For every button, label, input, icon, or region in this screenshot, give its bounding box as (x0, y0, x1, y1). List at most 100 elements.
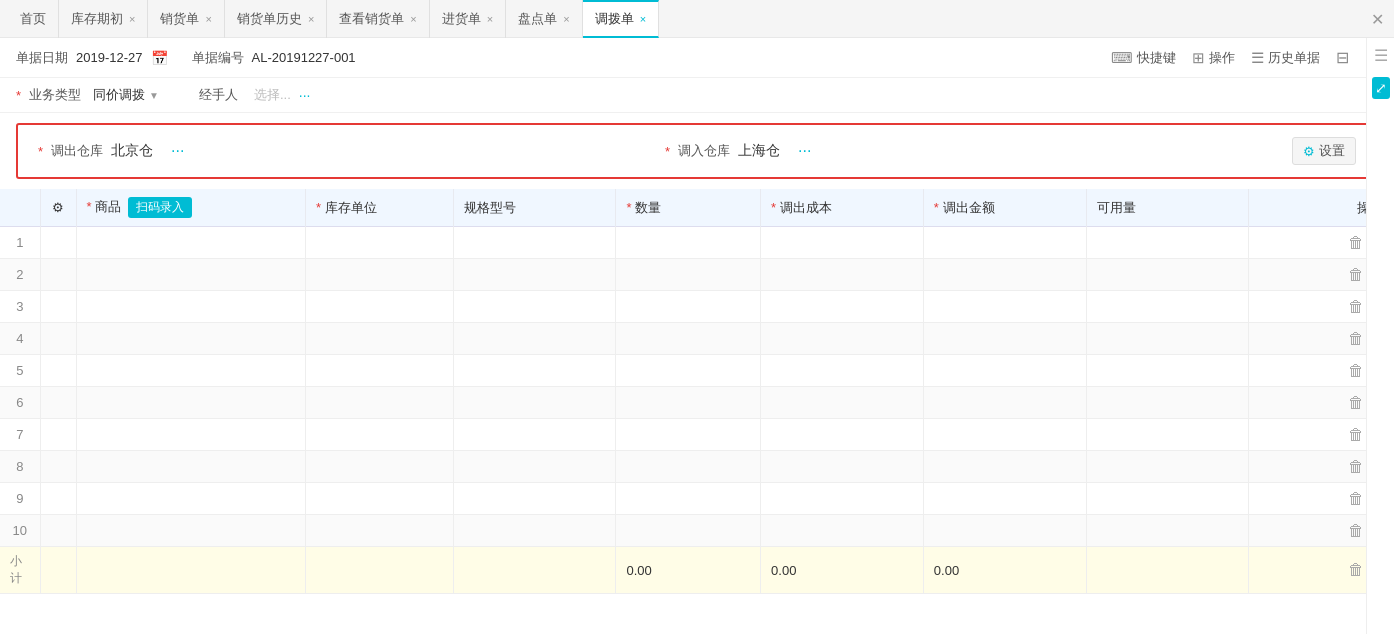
table-row: 4 🗑⧉ (0, 323, 1394, 355)
form-header: 单据日期 2019-12-27 📅 单据编号 AL-20191227-001 ⌨… (0, 38, 1394, 78)
table-row: 8 🗑⧉ (0, 451, 1394, 483)
doc-value: AL-20191227-001 (252, 50, 356, 65)
col-unit: * 库存单位 (306, 189, 454, 227)
table-row: 1 🗑⧉ (0, 227, 1394, 259)
table-section: ⚙ * 商品 扫码录入 * 库存单位 规格型号 * 数量 (0, 189, 1394, 634)
warehouse-in-field: * 调入仓库 上海仓 ··· (665, 142, 1292, 160)
warehouse-out-label: 调出仓库 (51, 142, 103, 160)
close-icon[interactable]: × (205, 13, 211, 25)
col-settings[interactable]: ⚙ (40, 189, 76, 227)
table-row: 10 🗑⧉ (0, 515, 1394, 547)
col-avail: 可用量 (1086, 189, 1249, 227)
close-icon[interactable]: × (640, 13, 646, 25)
person-input[interactable]: 选择... (254, 86, 291, 104)
warehouse-in-ellipsis-button[interactable]: ··· (798, 142, 811, 160)
person-field: 经手人 选择... ··· (199, 86, 311, 104)
subtotal-cost: 0.00 (761, 547, 924, 594)
shortcut-action[interactable]: ⌨ 快捷键 (1111, 49, 1176, 67)
close-icon[interactable]: × (410, 13, 416, 25)
delete-icon[interactable]: 🗑 (1348, 362, 1364, 380)
warehouse-section: * 调出仓库 北京仓 ··· * 调入仓库 上海仓 ··· ⚙ 设置 (16, 123, 1378, 179)
doc-label: 单据编号 (192, 49, 244, 67)
calendar-icon[interactable]: 📅 (151, 50, 168, 66)
delete-icon[interactable]: 🗑 (1348, 561, 1364, 579)
row-number-cell: 9 (0, 483, 40, 515)
doc-field: 单据编号 AL-20191227-001 (192, 49, 356, 67)
table-header-row: ⚙ * 商品 扫码录入 * 库存单位 规格型号 * 数量 (0, 189, 1394, 227)
warehouse-in-value[interactable]: 上海仓 (738, 142, 780, 160)
person-ellipsis-button[interactable]: ··· (299, 87, 311, 103)
warehouse-in-label: 调入仓库 (678, 142, 730, 160)
req-star-in: * (665, 144, 670, 159)
business-row: * 业务类型 同价调拨 ▼ 经手人 选择... ··· (0, 78, 1394, 113)
row-number-cell: 4 (0, 323, 40, 355)
delete-icon[interactable]: 🗑 (1348, 458, 1364, 476)
main-content: 单据日期 2019-12-27 📅 单据编号 AL-20191227-001 ⌨… (0, 38, 1394, 634)
close-icon[interactable]: × (563, 13, 569, 25)
delete-icon[interactable]: 🗑 (1348, 522, 1364, 540)
delete-icon[interactable]: 🗑 (1348, 426, 1364, 444)
notes-icon[interactable]: ☰ (1374, 46, 1388, 65)
col-amount: * 调出金额 (923, 189, 1086, 227)
tab-purchase[interactable]: 进货单 × (430, 0, 506, 38)
row-number-cell: 1 (0, 227, 40, 259)
date-value: 2019-12-27 (76, 50, 143, 65)
tab-transfer[interactable]: 调拨单 × (583, 0, 659, 38)
subtotal-qty: 0.00 (616, 547, 761, 594)
history-action[interactable]: ☰ 历史单据 (1251, 49, 1320, 67)
business-type-label: 业务类型 (29, 86, 81, 104)
data-table: ⚙ * 商品 扫码录入 * 库存单位 规格型号 * 数量 (0, 189, 1394, 594)
table-row: 小计 0.00 0.00 0.00 🗑⧉ (0, 547, 1394, 594)
row-number-cell: 6 (0, 387, 40, 419)
row-number-cell: 8 (0, 451, 40, 483)
row-number-cell: 3 (0, 291, 40, 323)
chevron-down-icon: ▼ (149, 90, 159, 101)
tab-sales-order[interactable]: 销货单 × (148, 0, 224, 38)
table-row: 6 🗑⧉ (0, 387, 1394, 419)
window-close-button[interactable]: ✕ (1371, 9, 1384, 28)
delete-icon[interactable]: 🗑 (1348, 330, 1364, 348)
tab-inventory-check[interactable]: 盘点单 × (506, 0, 582, 38)
warehouse-out-value[interactable]: 北京仓 (111, 142, 153, 160)
tab-inventory-init[interactable]: 库存期初 × (59, 0, 148, 38)
close-icon[interactable]: × (308, 13, 314, 25)
col-cost: * 调出成本 (761, 189, 924, 227)
table-row: 7 🗑⧉ (0, 419, 1394, 451)
form-header-right: ⌨ 快捷键 ⊞ 操作 ☰ 历史单据 ⊟ ⊞ (1111, 48, 1378, 67)
person-label: 经手人 (199, 86, 238, 104)
delete-icon[interactable]: 🗑 (1348, 490, 1364, 508)
expand-icon[interactable]: ⤢ (1372, 77, 1390, 99)
warehouse-out-ellipsis-button[interactable]: ··· (171, 142, 184, 160)
shortcut-icon: ⌨ (1111, 49, 1133, 67)
scan-button[interactable]: 扫码录入 (128, 197, 192, 218)
col-spec: 规格型号 (453, 189, 616, 227)
row-number-cell: 10 (0, 515, 40, 547)
row-number-cell: 5 (0, 355, 40, 387)
delete-icon[interactable]: 🗑 (1348, 266, 1364, 284)
close-icon[interactable]: × (129, 13, 135, 25)
table-row: 3 🗑⧉ (0, 291, 1394, 323)
delete-icon[interactable]: 🗑 (1348, 298, 1364, 316)
req-star: * (16, 88, 21, 103)
close-icon[interactable]: × (487, 13, 493, 25)
settings-button[interactable]: ⚙ 设置 (1292, 137, 1356, 165)
row-number-cell: 7 (0, 419, 40, 451)
col-qty: * 数量 (616, 189, 761, 227)
delete-icon[interactable]: 🗑 (1348, 234, 1364, 252)
table-row: 5 🗑⧉ (0, 355, 1394, 387)
col-index (0, 189, 40, 227)
tab-view-sales[interactable]: 查看销货单 × (327, 0, 429, 38)
date-field: 单据日期 2019-12-27 📅 (16, 49, 168, 67)
gear-icon: ⚙ (1303, 144, 1315, 159)
business-type-value: 同价调拨 (93, 86, 145, 104)
tab-home[interactable]: 首页 (8, 0, 59, 38)
delete-icon[interactable]: 🗑 (1348, 394, 1364, 412)
layout-icon[interactable]: ⊟ (1336, 48, 1349, 67)
business-type-select[interactable]: 同价调拨 ▼ (93, 86, 159, 104)
row-number-cell: 2 (0, 259, 40, 291)
tab-sales-history[interactable]: 销货单历史 × (225, 0, 327, 38)
operation-action[interactable]: ⊞ 操作 (1192, 49, 1235, 67)
warehouse-out-field: * 调出仓库 北京仓 ··· (38, 142, 665, 160)
tab-bar: 首页 库存期初 × 销货单 × 销货单历史 × 查看销货单 × 进货单 × 盘点… (0, 0, 1394, 38)
history-icon: ☰ (1251, 49, 1264, 67)
